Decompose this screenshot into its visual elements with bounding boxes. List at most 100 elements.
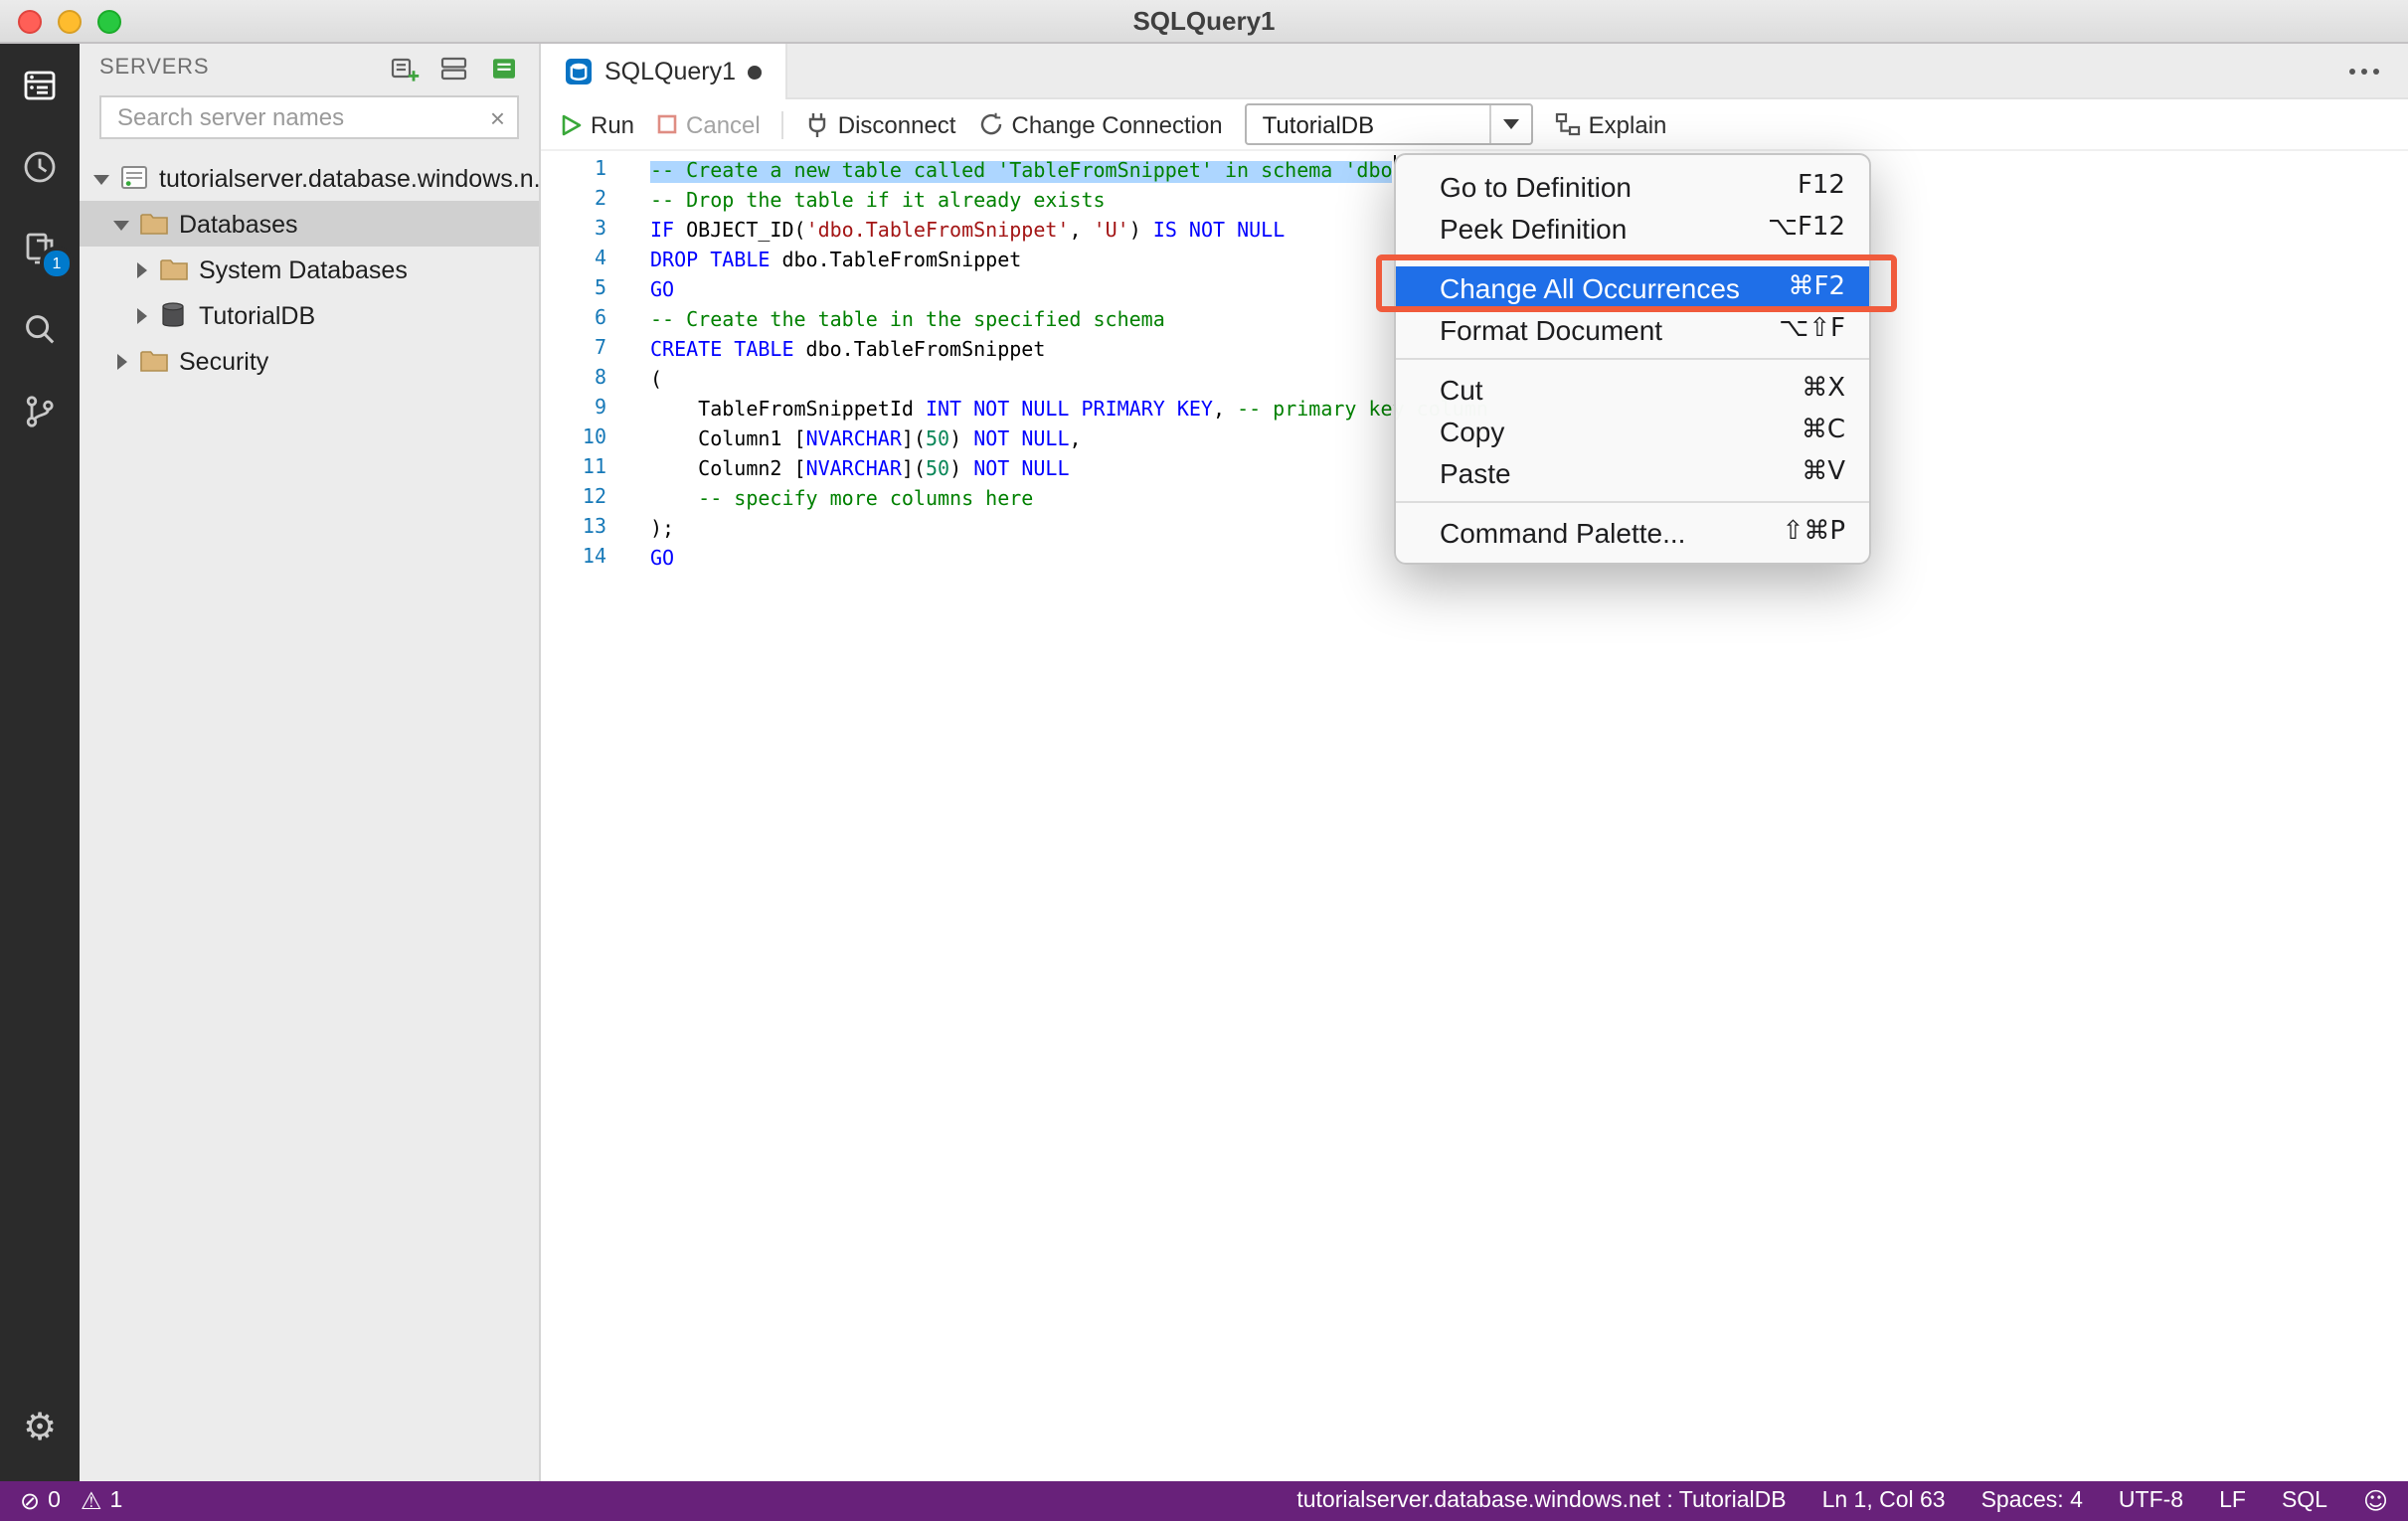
chevron-right-icon[interactable] <box>131 259 151 279</box>
menu-item-shortcut: ⌘F2 <box>1788 272 1846 302</box>
code-token: CREATE TABLE <box>650 340 794 362</box>
toolbar-separator <box>781 110 784 138</box>
tree-item-tutorialdb[interactable]: TutorialDB <box>80 292 539 338</box>
sidebar-item-connections[interactable] <box>0 44 80 125</box>
tree-item-system-databases[interactable]: System Databases <box>80 247 539 292</box>
new-server-group-icon[interactable] <box>439 53 469 83</box>
cancel-button[interactable]: Cancel <box>656 110 761 138</box>
more-actions-icon[interactable] <box>2321 44 2408 99</box>
active-connections-icon[interactable] <box>489 53 519 83</box>
menu-item-copy[interactable]: Copy ⌘C <box>1396 410 1869 451</box>
code-token: Column1 [ <box>650 429 806 451</box>
code-token: ) <box>949 429 974 451</box>
cancel-label: Cancel <box>686 110 761 138</box>
clear-search-icon[interactable]: × <box>490 104 505 130</box>
code-token: 50 <box>926 459 950 481</box>
code-token: -- Drop the table if it already exists <box>650 191 1106 213</box>
line-number: 7 <box>594 338 606 360</box>
menu-item-go-to-definition[interactable]: Go to Definition F12 <box>1396 165 1869 207</box>
unsaved-changes-dot[interactable] <box>748 65 763 79</box>
run-label: Run <box>591 110 635 138</box>
menu-item-change-all-occurrences[interactable]: Change All Occurrences ⌘F2 <box>1396 266 1869 308</box>
menu-item-peek-definition[interactable]: Peek Definition ⌥F12 <box>1396 207 1869 249</box>
status-indentation[interactable]: Spaces: 4 <box>1981 1489 2083 1513</box>
status-encoding[interactable]: UTF-8 <box>2119 1489 2183 1513</box>
window-title: SQLQuery1 <box>1132 6 1276 36</box>
menu-item-paste[interactable]: Paste ⌘V <box>1396 451 1869 493</box>
problems-errors[interactable]: ⊘ 0 <box>20 1489 61 1513</box>
tree-item-tutorialserver-database-windows-n[interactable]: tutorialserver.database.windows.n... <box>80 155 539 201</box>
tab-sqlquery1[interactable]: SQLQuery1 <box>541 44 788 99</box>
status-language[interactable]: SQL <box>2282 1489 2327 1513</box>
sidebar-item-task-history[interactable] <box>0 125 80 207</box>
disconnect-button[interactable]: Disconnect <box>806 110 956 138</box>
chevron-down-icon[interactable] <box>111 214 131 234</box>
menu-item-shortcut: ⇧⌘P <box>1782 517 1845 547</box>
line-numbers: 1 2 3 4 5 6 7 8 9 10 11 12 13 14 <box>541 151 620 1481</box>
chevron-right-icon[interactable] <box>111 351 131 371</box>
code-token: , <box>1069 221 1094 243</box>
menu-item-format-document[interactable]: Format Document ⌥⇧F <box>1396 308 1869 350</box>
problems-warnings[interactable]: ⚠ 1 <box>81 1489 122 1513</box>
code-token: NOT NULL <box>973 429 1070 451</box>
tree-item-databases[interactable]: Databases <box>80 201 539 247</box>
server-icon <box>117 162 149 194</box>
code-token: -- Create the table in the specified sch… <box>650 310 1165 332</box>
code-token: GO <box>650 280 675 302</box>
sidebar-item-notebooks[interactable]: 1 <box>0 207 80 288</box>
code-token: -- specify more columns here <box>650 489 1034 511</box>
status-eol[interactable]: LF <box>2219 1489 2246 1513</box>
sidebar-actions <box>390 53 519 83</box>
new-connection-icon[interactable] <box>390 53 420 83</box>
chevron-right-icon[interactable] <box>131 305 151 325</box>
code-token: Column2 [ <box>650 459 806 481</box>
servers-sidebar: SERVERS Search server names × tutorialse… <box>80 44 541 1481</box>
settings-button[interactable]: ⚙ <box>0 1388 80 1469</box>
code-token: 50 <box>926 429 950 451</box>
code-token: ); <box>650 519 675 541</box>
search-icon <box>20 309 60 349</box>
code-token: ) <box>949 459 974 481</box>
menu-item-command-palette[interactable]: Command Palette... ⇧⌘P <box>1396 511 1869 553</box>
code-token: OBJECT_ID( <box>674 221 806 243</box>
menu-item-shortcut: ⌥⇧F <box>1779 314 1845 344</box>
tree-item-label: Databases <box>179 210 298 238</box>
change-connection-button[interactable]: Change Connection <box>978 110 1223 138</box>
menu-item-shortcut: F12 <box>1797 171 1845 201</box>
disconnect-label: Disconnect <box>837 110 956 138</box>
search-input[interactable] <box>113 101 490 133</box>
run-button[interactable]: Run <box>559 110 634 138</box>
error-icon: ⊘ <box>20 1487 41 1515</box>
line-number: 13 <box>582 517 606 539</box>
code-token: -- Create a new table called 'TableFromS… <box>650 161 1393 183</box>
explain-button[interactable]: Explain <box>1555 110 1666 138</box>
status-left: ⊘ 0 ⚠ 1 <box>20 1489 122 1513</box>
menu-item-shortcut: ⌘V <box>1802 457 1845 487</box>
code-token: TableFromSnippetId <box>650 400 926 422</box>
title-bar: SQLQuery1 <box>0 0 2408 44</box>
code-token: ]( <box>901 459 926 481</box>
status-connection[interactable]: tutorialserver.database.windows.net : Tu… <box>1296 1489 1786 1513</box>
menu-separator <box>1396 358 1869 360</box>
query-toolbar: Run Cancel Disconnect Change Connection … <box>541 99 2408 151</box>
menu-item-label: Go to Definition <box>1440 170 1632 202</box>
sidebar-item-search[interactable] <box>0 288 80 370</box>
refresh-connection-icon <box>978 111 1004 137</box>
activity-bar: 1 ⚙ <box>0 44 80 1481</box>
feedback-smiley-icon[interactable]: ☺ <box>2363 1489 2388 1513</box>
menu-item-label: Change All Occurrences <box>1440 271 1740 303</box>
tree-item-security[interactable]: Security <box>80 338 539 384</box>
code-token: ( <box>650 370 663 392</box>
menu-item-cut[interactable]: Cut ⌘X <box>1396 368 1869 410</box>
status-cursor-position[interactable]: Ln 1, Col 63 <box>1822 1489 1946 1513</box>
clock-icon <box>20 146 60 186</box>
code-token: ) <box>1128 221 1153 243</box>
line-number: 14 <box>582 547 606 569</box>
chevron-down-icon[interactable] <box>91 168 111 188</box>
menu-item-shortcut: ⌘C <box>1801 416 1845 445</box>
sidebar-item-source-control[interactable] <box>0 370 80 451</box>
database-dropdown[interactable]: TutorialDB <box>1244 103 1533 145</box>
menu-item-label: Command Palette... <box>1440 516 1686 548</box>
stop-icon <box>656 113 678 135</box>
context-menu-items: Go to Definition F12 Peek Definition ⌥F12 Ch… <box>1396 165 1869 553</box>
